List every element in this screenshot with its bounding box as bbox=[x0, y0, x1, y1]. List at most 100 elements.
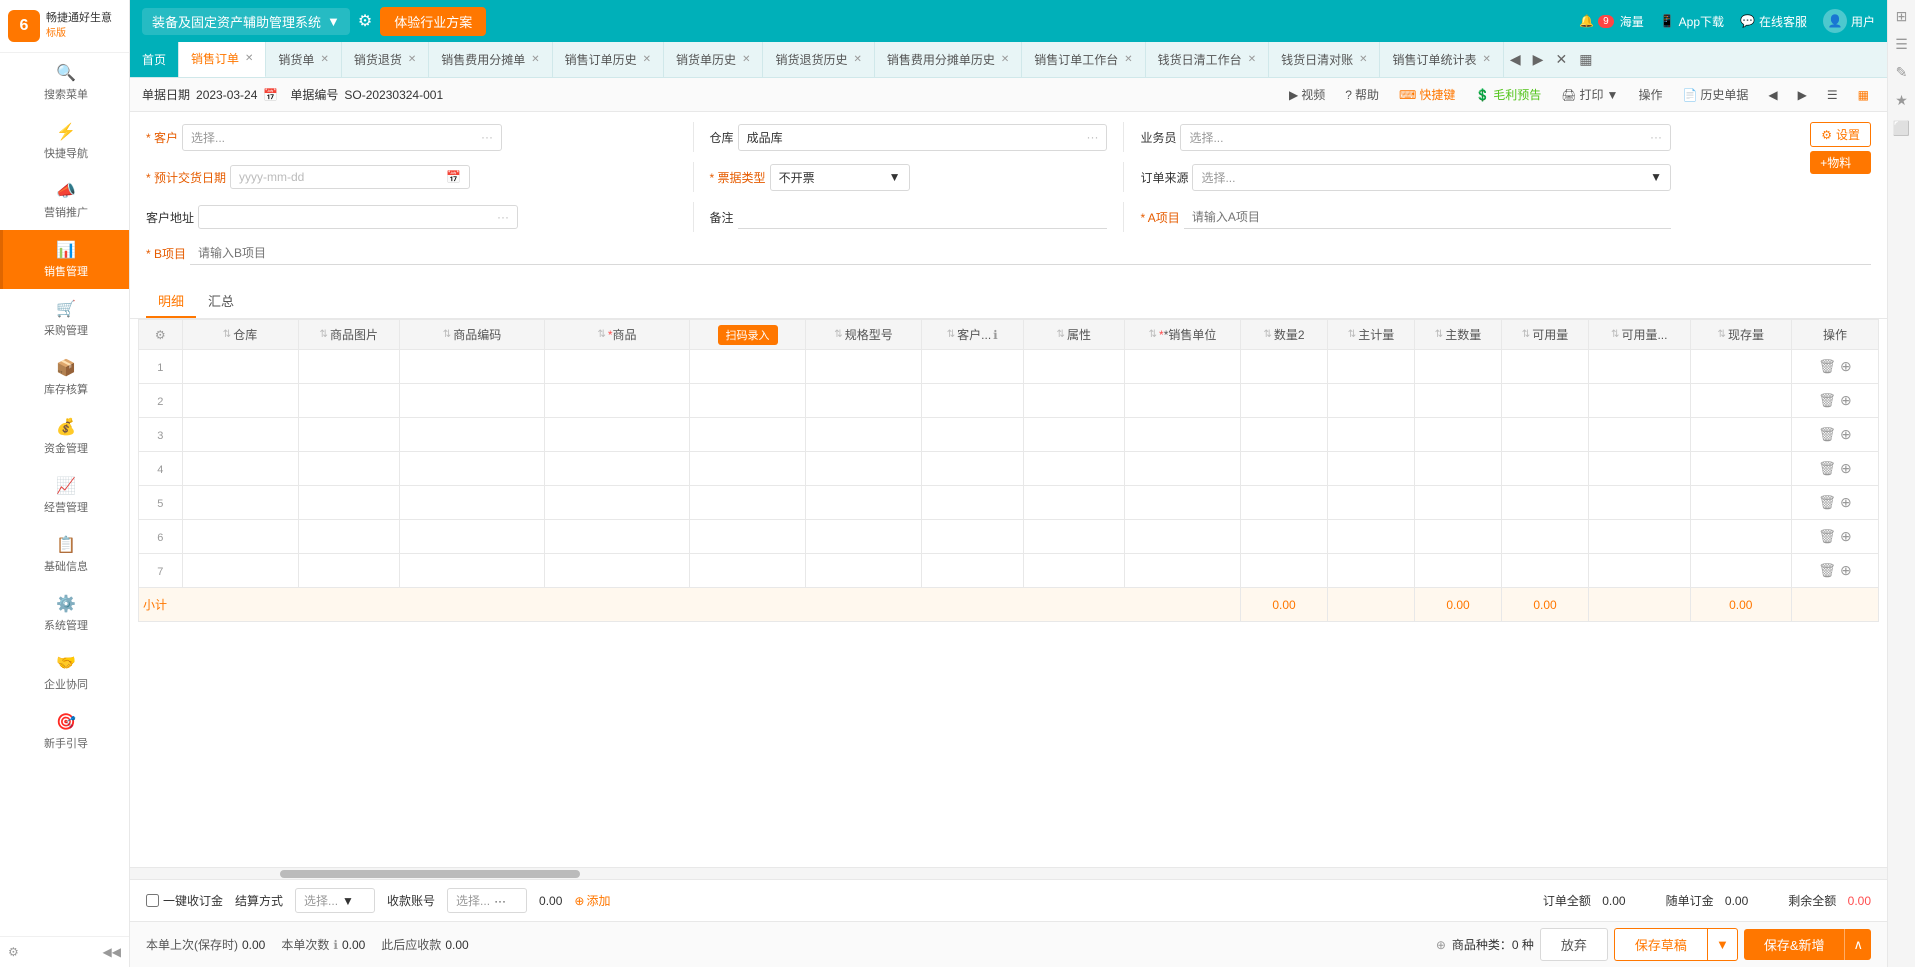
video-btn[interactable]: ▶ 视频 bbox=[1283, 84, 1331, 105]
sidebar-item-inventory[interactable]: 📦 库存核算 bbox=[0, 348, 129, 407]
tab-order-history[interactable]: 销售订单历史 ✕ bbox=[553, 42, 664, 78]
rp-icon-3[interactable]: ✎ bbox=[1890, 60, 1914, 84]
settings-gear-icon[interactable]: ⚙ bbox=[8, 945, 19, 959]
tab-invoice-history[interactable]: 销货单历史 ✕ bbox=[664, 42, 763, 78]
tab-expense-history[interactable]: 销售费用分摊单历史 ✕ bbox=[875, 42, 1022, 78]
user-group[interactable]: 👤 用户 bbox=[1823, 9, 1875, 33]
tab-detail[interactable]: 明细 bbox=[146, 285, 196, 318]
sort-warehouse[interactable]: ⇅ bbox=[223, 329, 231, 340]
history-btn[interactable]: 📄 历史单据 bbox=[1676, 84, 1754, 105]
save-draft-button[interactable]: 保存草稿 bbox=[1614, 928, 1707, 961]
delivery-input[interactable]: yyyy-mm-dd 📅 bbox=[230, 165, 470, 189]
auto-collect-label[interactable]: 一键收订金 bbox=[146, 892, 223, 909]
scrollbar-thumb[interactable] bbox=[280, 870, 580, 878]
copy-icon-row7[interactable]: ⊕ bbox=[1840, 562, 1852, 579]
col-settings-icon[interactable]: ⚙ bbox=[155, 328, 166, 342]
copy-icon-row4[interactable]: ⊕ bbox=[1840, 460, 1852, 477]
sidebar-item-purchase[interactable]: 🛒 采购管理 bbox=[0, 289, 129, 348]
sidebar-item-collab[interactable]: 🤝 企业协同 bbox=[0, 643, 129, 702]
sidebar-item-marketing[interactable]: 📣 营销推广 bbox=[0, 171, 129, 230]
tab-order-workspace[interactable]: 销售订单工作台 ✕ bbox=[1022, 42, 1145, 78]
discard-button[interactable]: 放弃 bbox=[1540, 928, 1608, 961]
tab-close-sales-invoice[interactable]: ✕ bbox=[320, 54, 328, 65]
settings-icon[interactable]: ⚙ bbox=[358, 11, 372, 31]
copy-icon-row3[interactable]: ⊕ bbox=[1840, 426, 1852, 443]
tab-close-order-history[interactable]: ✕ bbox=[643, 54, 651, 65]
sort-code[interactable]: ⇅ bbox=[443, 329, 451, 340]
system-title[interactable]: 装备及固定资产辅助管理系统 ▼ bbox=[142, 8, 350, 35]
tab-close-all-btn[interactable]: ✕ bbox=[1549, 42, 1573, 78]
tab-close-expense-split[interactable]: ✕ bbox=[531, 54, 539, 65]
save-draft-dropdown[interactable]: ▼ bbox=[1707, 928, 1738, 961]
help-btn[interactable]: ? 帮助 bbox=[1339, 84, 1385, 105]
info-icon-amount[interactable]: ℹ bbox=[333, 938, 338, 952]
invoice-select[interactable]: 不开票 ▼ bbox=[770, 164, 910, 191]
warehouse-input[interactable]: 成品库 ··· bbox=[738, 124, 1108, 151]
tab-summary[interactable]: 汇总 bbox=[196, 285, 246, 318]
delete-icon-row7[interactable]: 🗑 bbox=[1818, 562, 1836, 579]
rp-icon-4[interactable]: ★ bbox=[1890, 88, 1914, 112]
tab-return-history[interactable]: 销货退货历史 ✕ bbox=[763, 42, 874, 78]
delete-icon-row6[interactable]: 🗑 bbox=[1818, 528, 1836, 545]
save-new-button[interactable]: 保存&新增 bbox=[1744, 929, 1845, 960]
sort-product[interactable]: ⇅ bbox=[597, 329, 605, 340]
operations-btn[interactable]: 操作 bbox=[1632, 84, 1668, 105]
sidebar-item-operations[interactable]: 📈 经营管理 bbox=[0, 466, 129, 525]
sort-available[interactable]: ⇅ bbox=[1522, 329, 1530, 340]
sidebar-item-guide[interactable]: 🎯 新手引导 bbox=[0, 702, 129, 761]
copy-icon-row5[interactable]: ⊕ bbox=[1840, 494, 1852, 511]
card-view-btn[interactable]: ▦ bbox=[1852, 86, 1875, 104]
tab-home[interactable]: 首页 bbox=[130, 42, 179, 78]
sidebar-item-system[interactable]: ⚙️ 系统管理 bbox=[0, 584, 129, 643]
delete-icon-row4[interactable]: 🗑 bbox=[1818, 460, 1836, 477]
order-source-select[interactable]: 选择... ▼ bbox=[1192, 164, 1671, 191]
delete-icon-row5[interactable]: 🗑 bbox=[1818, 494, 1836, 511]
rp-icon-1[interactable]: ⊞ bbox=[1890, 4, 1914, 28]
profit-btn[interactable]: 💲 毛利预告 bbox=[1469, 84, 1547, 105]
tab-close-sales-order[interactable]: ✕ bbox=[245, 53, 253, 64]
tab-daily-reconcile[interactable]: 钱货日清对账 ✕ bbox=[1269, 42, 1380, 78]
sidebar-item-search[interactable]: 🔍 搜索菜单 bbox=[0, 53, 129, 112]
staff-input[interactable]: 选择... ··· bbox=[1180, 124, 1671, 151]
sidebar-item-finance[interactable]: 💰 资金管理 bbox=[0, 407, 129, 466]
sort-available2[interactable]: ⇅ bbox=[1611, 329, 1619, 340]
tab-close-daily-workspace[interactable]: ✕ bbox=[1248, 54, 1256, 65]
online-service-group[interactable]: 💬 在线客服 bbox=[1740, 13, 1807, 30]
sort-unit[interactable]: ⇅ bbox=[1149, 329, 1157, 340]
nav-next-btn[interactable]: ▶ bbox=[1792, 86, 1813, 104]
delete-icon-row3[interactable]: 🗑 bbox=[1818, 426, 1836, 443]
list-view-btn[interactable]: ☰ bbox=[1821, 86, 1844, 104]
sidebar-item-basic[interactable]: 📋 基础信息 bbox=[0, 525, 129, 584]
calendar-icon-delivery[interactable]: 📅 bbox=[446, 170, 461, 184]
tab-daily-workspace[interactable]: 钱货日清工作台 ✕ bbox=[1146, 42, 1269, 78]
add-item-button[interactable]: +物料 bbox=[1810, 151, 1871, 174]
tab-close-order-workspace[interactable]: ✕ bbox=[1124, 54, 1132, 65]
b-project-input[interactable] bbox=[190, 242, 1871, 265]
copy-icon-row6[interactable]: ⊕ bbox=[1840, 528, 1852, 545]
payment-method-select[interactable]: 选择... ▼ bbox=[295, 888, 375, 913]
shortcut-btn[interactable]: ⌨ 快捷键 bbox=[1393, 84, 1461, 105]
sort-main-unit[interactable]: ⇅ bbox=[1348, 329, 1356, 340]
scrollbar-area[interactable] bbox=[130, 867, 1887, 879]
sidebar-item-sales[interactable]: 📊 销售管理 bbox=[0, 230, 129, 289]
sidebar-item-nav[interactable]: ⚡ 快捷导航 bbox=[0, 112, 129, 171]
solution-button[interactable]: 体验行业方案 bbox=[380, 7, 486, 36]
rp-icon-5[interactable]: ⬜ bbox=[1890, 116, 1914, 140]
delete-icon-row2[interactable]: 🗑 bbox=[1818, 392, 1836, 409]
tab-close-return-history[interactable]: ✕ bbox=[853, 54, 861, 65]
account-select[interactable]: 选择... ··· bbox=[447, 888, 527, 913]
nav-prev-btn[interactable]: ◀ bbox=[1762, 86, 1783, 104]
print-btn[interactable]: 🖨 打印 ▼ bbox=[1555, 84, 1624, 105]
customer-code-info-icon[interactable]: ℹ bbox=[993, 328, 998, 342]
tab-close-invoice-history[interactable]: ✕ bbox=[742, 54, 750, 65]
tab-close-daily-reconcile[interactable]: ✕ bbox=[1359, 54, 1367, 65]
tab-prev-btn[interactable]: ◀ bbox=[1504, 42, 1527, 78]
tab-sales-invoice[interactable]: 销货单 ✕ bbox=[266, 42, 341, 78]
tab-close-order-stats[interactable]: ✕ bbox=[1483, 54, 1491, 65]
sort-current-stock[interactable]: ⇅ bbox=[1718, 329, 1726, 340]
tab-sales-order[interactable]: 销售订单 ✕ bbox=[179, 42, 266, 78]
add-small-button[interactable]: ⊕ 添加 bbox=[574, 892, 610, 909]
copy-icon-row1[interactable]: ⊕ bbox=[1840, 358, 1852, 375]
customer-input[interactable]: 选择... ··· bbox=[182, 124, 502, 151]
save-new-dropdown[interactable]: ∧ bbox=[1844, 929, 1871, 960]
